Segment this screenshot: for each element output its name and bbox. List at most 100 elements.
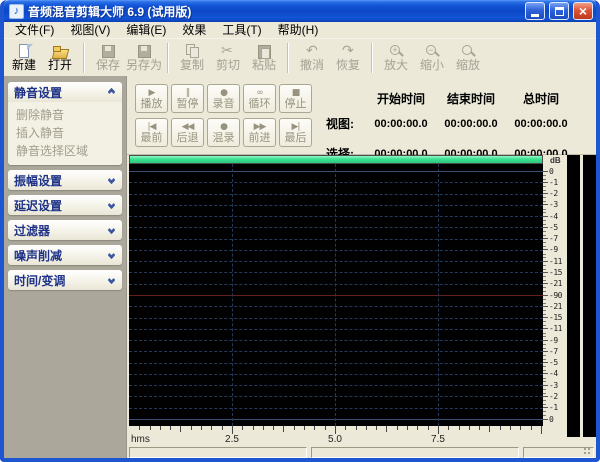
- chevron-up-icon[interactable]: [106, 87, 116, 97]
- sidebar-panel: 时间/变调: [8, 270, 122, 290]
- transport-button[interactable]: ▶| 最后: [279, 118, 312, 147]
- db-minor-tick: [543, 264, 546, 266]
- transport-icon: ▶|: [291, 121, 301, 132]
- sidebar-panel-header[interactable]: 过滤器: [8, 220, 122, 240]
- toolbar-separator: [167, 42, 169, 73]
- menu-item[interactable]: 工具(T): [214, 23, 269, 38]
- transport-button[interactable]: ● 混录: [207, 118, 240, 147]
- title-bar[interactable]: ♪ 音频混音剪辑大师 6.9 (试用版): [4, 0, 596, 22]
- transport-button-label: 最前: [140, 131, 163, 144]
- waveform-display[interactable]: [129, 164, 543, 426]
- close-button[interactable]: [573, 2, 593, 20]
- toolbar-button-copy[interactable]: 复制: [174, 40, 210, 76]
- waveform-scrollbar[interactable]: [129, 155, 543, 164]
- toolbar-button-zoom[interactable]: 缩放: [450, 40, 486, 76]
- toolbar-button-cut[interactable]: 剪切: [210, 40, 246, 76]
- db-tick-icon: [543, 328, 548, 330]
- transport-button[interactable]: ◀◀ 后退: [171, 118, 204, 147]
- waveform-gridline: [129, 182, 543, 184]
- toolbar-button-undo[interactable]: 撤消: [294, 40, 330, 76]
- transport-button[interactable]: ▶ 播放: [135, 84, 168, 113]
- time-ruler-tick: [180, 426, 182, 432]
- sidebar-item[interactable]: 删除静音: [8, 106, 122, 124]
- menu-item[interactable]: 文件(F): [7, 23, 62, 38]
- sidebar-panel-header[interactable]: 时间/变调: [8, 270, 122, 290]
- toolbar-button-paste[interactable]: 粘贴: [246, 40, 282, 76]
- toolbar-button-redo[interactable]: 恢复: [330, 40, 366, 76]
- transport-button-label: 循环: [248, 97, 271, 110]
- time-ruler-tick: [396, 426, 398, 430]
- resize-grip-icon[interactable]: [583, 447, 592, 456]
- sidebar-item[interactable]: 插入静音: [8, 124, 122, 142]
- toolbar-button-label: 恢复: [335, 58, 360, 72]
- menu-item[interactable]: 编辑(E): [118, 23, 174, 38]
- time-ruler-tick: [365, 426, 367, 430]
- transport-button[interactable]: ● 录音: [207, 84, 240, 113]
- transport-button[interactable]: ■ 停止: [279, 84, 312, 113]
- time-row: 视图: 00:00:00.0 00:00:00.0 00:00:00.0: [326, 115, 576, 132]
- toolbar-button-open[interactable]: 打开: [42, 40, 78, 76]
- time-ruler-tick: [159, 426, 161, 430]
- waveform-gridline: [129, 373, 543, 375]
- time-ruler-tick: [293, 426, 295, 430]
- toolbar-button-label: 保存: [95, 58, 120, 72]
- status-segment: [129, 447, 307, 458]
- saveas-icon: [136, 43, 152, 59]
- time-ruler[interactable]: hms 2.5 5.0 7.5: [129, 426, 543, 447]
- menu-item[interactable]: 视图(V): [62, 23, 118, 38]
- transport-button-label: 后退: [176, 131, 199, 144]
- time-ruler-tick: [458, 426, 460, 430]
- toolbar-button-label: 缩小: [419, 58, 444, 72]
- sidebar-panel-title: 静音设置: [14, 85, 63, 100]
- db-minor-tick: [543, 276, 546, 278]
- menu-item[interactable]: 效果: [174, 23, 214, 38]
- control-strip: ▶ 播放 ‖ 暂停 ● 录音 ∞ 循环 ■ 停止 |◀ 最前 ◀◀ 后退 ● 混录 ▶▶ 前进 ▶| 最后 开始时间结…: [127, 76, 596, 161]
- transport-button[interactable]: ∞ 循环: [243, 84, 276, 113]
- waveform-gridline: [129, 362, 543, 364]
- zoom-in-icon: [388, 43, 404, 59]
- transport-button[interactable]: |◀ 最前: [135, 118, 168, 147]
- sidebar-panel-header[interactable]: 噪声削减: [8, 245, 122, 265]
- time-ruler-tick: [530, 426, 532, 430]
- db-minor-tick: [543, 186, 546, 188]
- time-ruler-tick: [468, 426, 470, 430]
- time-ruler-tick: [448, 426, 450, 430]
- toolbar-button-zoom-out[interactable]: 缩小: [414, 40, 450, 76]
- toolbar-button-saveas[interactable]: 另存为: [126, 40, 162, 76]
- chevron-down-icon[interactable]: [106, 175, 116, 185]
- toolbar-button-label: 放大: [383, 58, 408, 72]
- time-ruler-tick: [190, 426, 192, 430]
- transport-button[interactable]: ‖ 暂停: [171, 84, 204, 113]
- status-segment: [311, 447, 519, 458]
- toolbar-button-new[interactable]: 新建: [6, 40, 42, 76]
- db-minor-tick: [543, 321, 546, 323]
- db-tick-icon: [543, 305, 548, 307]
- toolbar-separator: [287, 42, 289, 73]
- db-tick-icon: [543, 193, 548, 195]
- sidebar-panel-title: 过滤器: [14, 223, 51, 238]
- open-icon: [52, 43, 68, 59]
- transport-button[interactable]: ▶▶ 前进: [243, 118, 276, 147]
- minimize-button[interactable]: [525, 2, 545, 20]
- sidebar-panel-header[interactable]: 振幅设置: [8, 170, 122, 190]
- maximize-button[interactable]: [549, 2, 569, 20]
- undo-icon: [304, 42, 320, 59]
- db-tick-label: 0: [543, 415, 554, 424]
- toolbar-button-zoom-in[interactable]: 放大: [378, 40, 414, 76]
- toolbar-button-save[interactable]: 保存: [90, 40, 126, 76]
- chevron-down-icon[interactable]: [106, 275, 116, 285]
- sidebar-panel-header[interactable]: 静音设置: [8, 82, 122, 102]
- transport-icon: ■: [291, 87, 300, 98]
- db-minor-tick: [543, 287, 546, 289]
- time-ruler-unit-label: hms: [131, 434, 150, 445]
- time-ruler-tick: [520, 426, 522, 430]
- sidebar-item[interactable]: 静音选择区域: [8, 142, 122, 160]
- copy-icon: [184, 43, 200, 59]
- chevron-down-icon[interactable]: [106, 225, 116, 235]
- time-ruler-label: 7.5: [431, 434, 445, 445]
- chevron-down-icon[interactable]: [106, 200, 116, 210]
- sidebar-panel-header[interactable]: 延迟设置: [8, 195, 122, 215]
- chevron-down-icon[interactable]: [106, 250, 116, 260]
- time-ruler-tick: [355, 426, 357, 430]
- menu-item[interactable]: 帮助(H): [270, 23, 327, 38]
